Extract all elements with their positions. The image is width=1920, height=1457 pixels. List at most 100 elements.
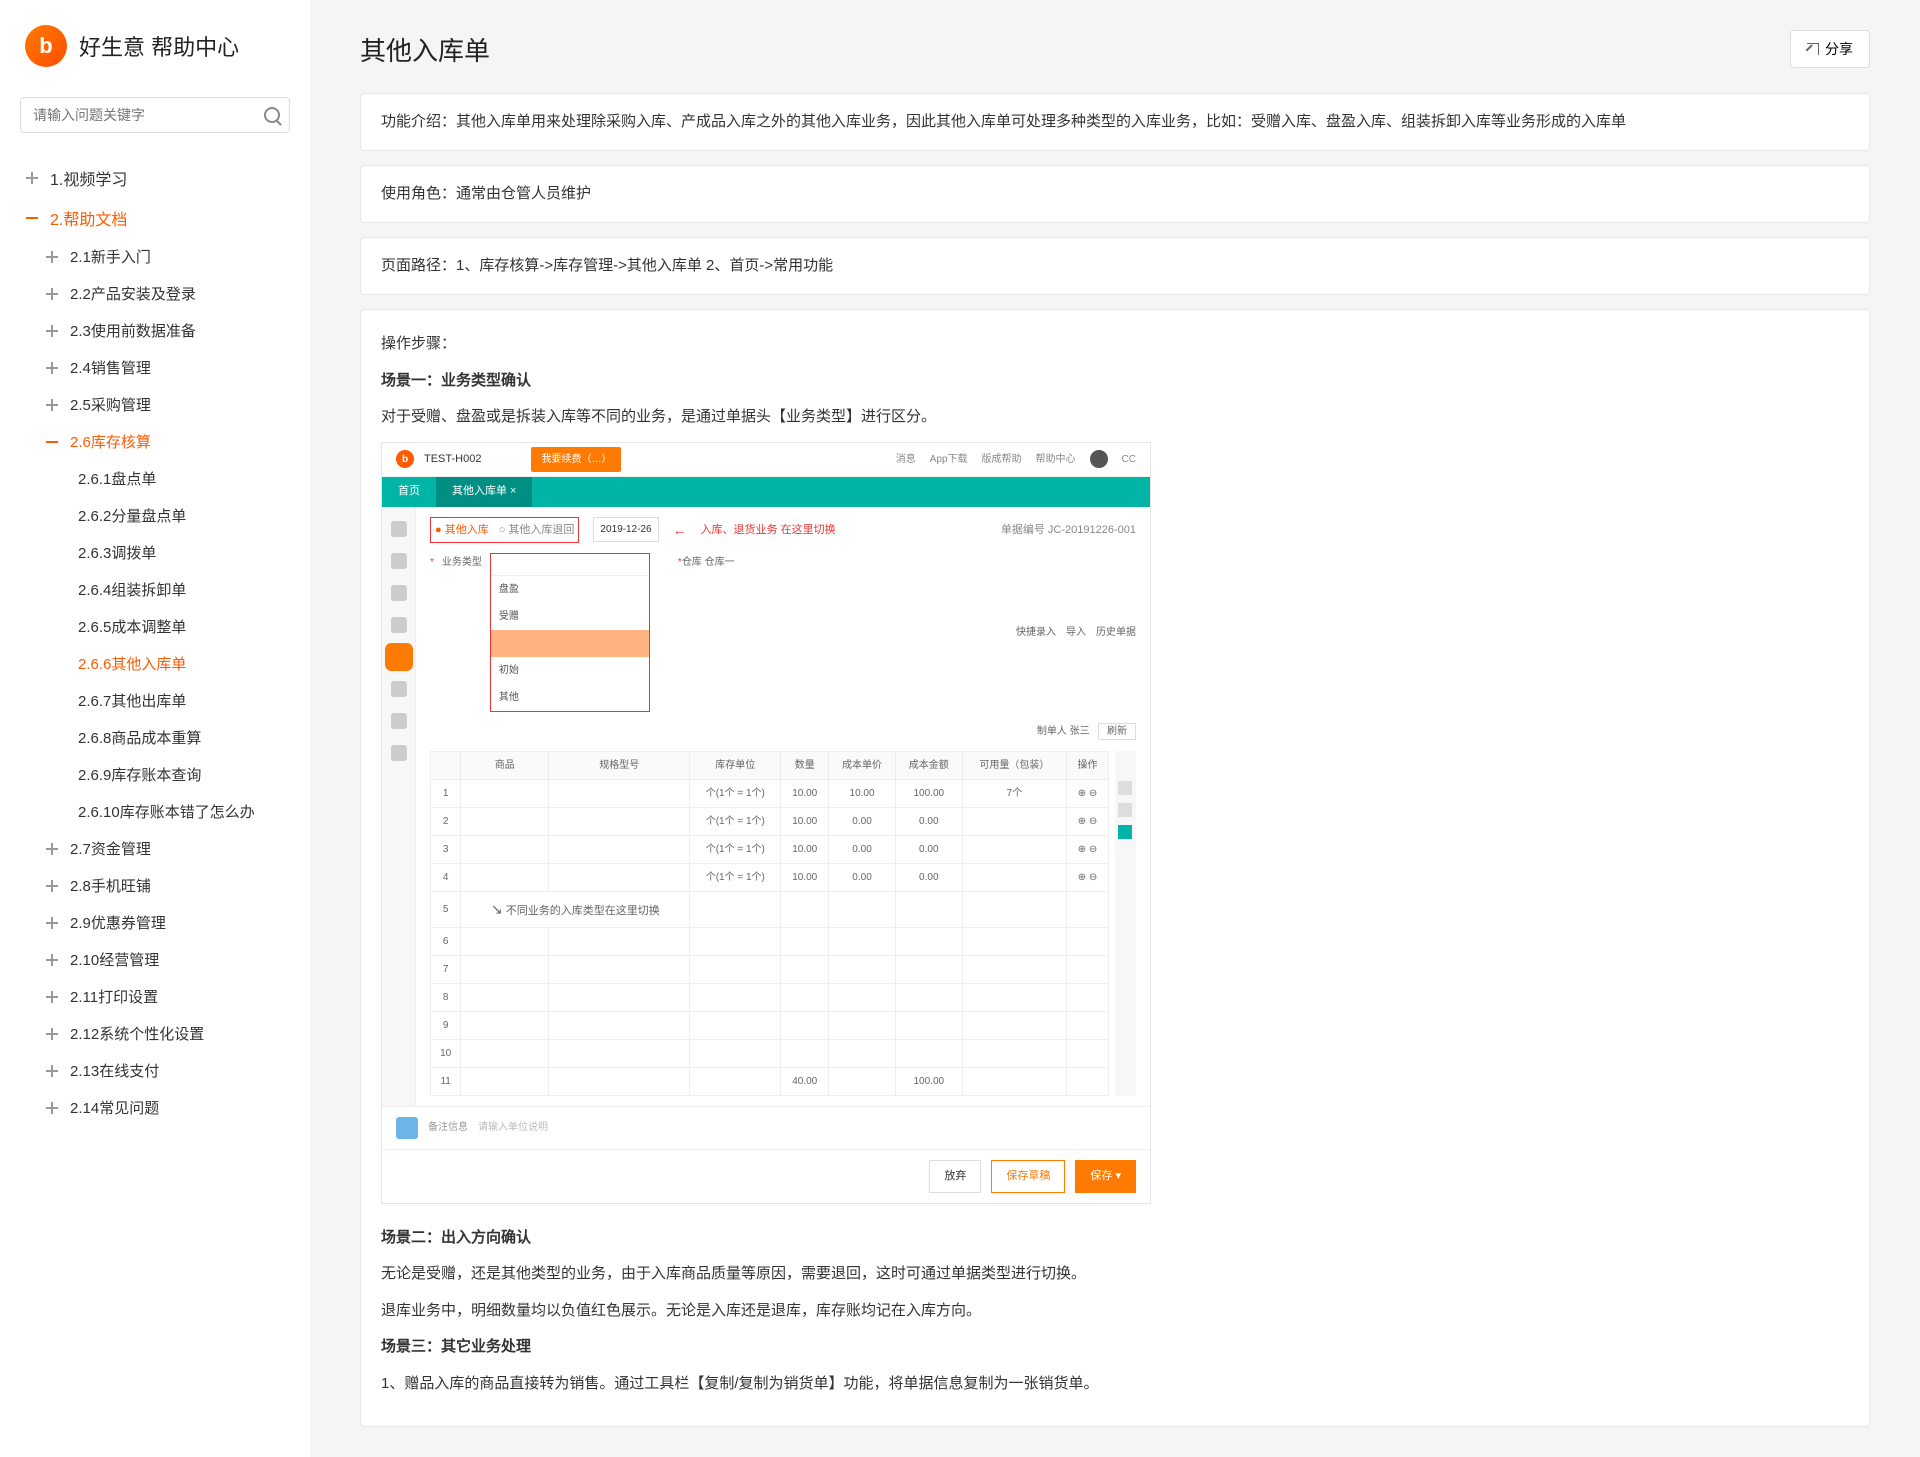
mock-side-icon [391, 745, 407, 761]
mock-tab-home: 首页 [382, 477, 436, 507]
share-label: 分享 [1825, 39, 1853, 59]
brand-logo-icon: b [25, 25, 67, 67]
mock-biz-type-dropdown: 盘盈 受赠 初始 其他 [490, 553, 650, 712]
nav-2-6-7[interactable]: 2.6.7其他出库单 [20, 682, 290, 719]
nav-2-6-8[interactable]: 2.6.8商品成本重算 [20, 719, 290, 756]
plus-icon [44, 286, 60, 302]
nav-2-14[interactable]: 2.14常见问题 [20, 1089, 290, 1126]
plus-icon [44, 915, 60, 931]
mock-note-icon [396, 1117, 418, 1139]
intro-box: 功能介绍：其他入库单用来处理除采购入库、产成品入库之外的其他入库业务，因此其他入… [360, 93, 1870, 151]
nav-2-10[interactable]: 2.10经营管理 [20, 941, 290, 978]
mock-side-icon [391, 553, 407, 569]
nav-2-5[interactable]: 2.5采购管理 [20, 386, 290, 423]
mock-draft-btn: 保存草稿 [991, 1160, 1065, 1193]
sidebar: b 好生意 帮助中心 1.视频学习 2.帮助文档 2.1新手入门 2.2产品安装… [0, 0, 310, 1457]
role-box: 使用角色：通常由仓管人员维护 [360, 165, 1870, 223]
plus-icon [44, 397, 60, 413]
page-header: 其他入库单 分享 [360, 30, 1870, 68]
path-label: 页面路径： [381, 257, 456, 274]
path-text: 1、库存核算->库存管理->其他入库单 2、首页->常用功能 [456, 257, 833, 274]
share-icon [1807, 43, 1819, 55]
nav-2-12[interactable]: 2.12系统个性化设置 [20, 1015, 290, 1052]
plus-icon [44, 989, 60, 1005]
embedded-screenshot: b TEST-H002 我要续费（…） 消息 App下载 版成帮助 帮助中心 C… [381, 442, 1151, 1204]
brand-row: b 好生意 帮助中心 [20, 25, 290, 67]
nav-help-docs[interactable]: 2.帮助文档 [20, 198, 290, 238]
nav-2-6-9[interactable]: 2.6.9库存账本查询 [20, 756, 290, 793]
mock-annotation-2: 不同业务的入库类型在这里切换 [506, 905, 660, 917]
mock-side-icon [391, 521, 407, 537]
nav-2-4[interactable]: 2.4销售管理 [20, 349, 290, 386]
content-box: 操作步骤： 场景一：业务类型确认 对于受赠、盘盈或是拆装入库等不同的业务，是通过… [360, 309, 1870, 1427]
minus-icon [44, 434, 60, 450]
mock-annotation-1: 入库、退货业务 在这里切换 [701, 520, 836, 541]
mock-right-tools [1115, 751, 1136, 1096]
mock-top-app: App下载 [930, 450, 968, 469]
plus-icon [44, 249, 60, 265]
scene1-title: 场景一：业务类型确认 [381, 372, 531, 389]
search-input[interactable] [20, 97, 290, 133]
minus-icon [24, 210, 40, 226]
nav-2-6[interactable]: 2.6库存核算 [20, 423, 290, 460]
mock-avatar-icon [1090, 450, 1108, 468]
plus-icon [44, 841, 60, 857]
steps-label: 操作步骤： [381, 330, 1849, 359]
mock-side-nav [382, 507, 416, 1106]
mock-top-user: CC [1122, 450, 1136, 469]
mock-side-icon [391, 617, 407, 633]
mock-top-help: 帮助中心 [1036, 450, 1076, 469]
search-icon[interactable] [264, 107, 280, 123]
role-text: 通常由仓管人员维护 [456, 185, 591, 202]
mock-date: 2019-12-26 [593, 517, 658, 542]
mock-side-icon [391, 681, 407, 697]
plus-icon [44, 360, 60, 376]
plus-icon [24, 170, 40, 186]
plus-icon [44, 1026, 60, 1042]
scene3-title: 场景三：其它业务处理 [381, 1338, 531, 1355]
nav-tree: 1.视频学习 2.帮助文档 2.1新手入门 2.2产品安装及登录 2.3使用前数… [20, 158, 290, 1126]
mock-doc-type-box: ● 其他入库 ○ 其他入库退回 [430, 517, 579, 544]
intro-text: 其他入库单用来处理除采购入库、产成品入库之外的其他入库业务，因此其他入库单可处理… [456, 113, 1626, 130]
nav-2-3[interactable]: 2.3使用前数据准备 [20, 312, 290, 349]
mock-table: 商品规格型号库存单位数量成本单价成本金额可用量（包装）操作 1个(1个 = 1个… [430, 751, 1109, 1096]
nav-2-1[interactable]: 2.1新手入门 [20, 238, 290, 275]
plus-icon [44, 1063, 60, 1079]
scene2-title: 场景二：出入方向确认 [381, 1229, 531, 1246]
nav-2-2[interactable]: 2.2产品安装及登录 [20, 275, 290, 312]
mock-cancel-btn: 放弃 [929, 1160, 981, 1193]
scene1-text: 对于受赠、盘盈或是拆装入库等不同的业务，是通过单据头【业务类型】进行区分。 [381, 403, 1849, 432]
nav-2-11[interactable]: 2.11打印设置 [20, 978, 290, 1015]
share-button[interactable]: 分享 [1790, 30, 1870, 68]
mock-side-icon-active [391, 649, 407, 665]
nav-2-6-10[interactable]: 2.6.10库存账本错了怎么办 [20, 793, 290, 830]
mock-side-icon [391, 713, 407, 729]
nav-2-6-3[interactable]: 2.6.3调拨单 [20, 534, 290, 571]
mock-tab-doc: 其他入库单 × [436, 477, 532, 507]
nav-2-6-4[interactable]: 2.6.4组装拆卸单 [20, 571, 290, 608]
intro-label: 功能介绍： [381, 113, 456, 130]
path-box: 页面路径：1、库存核算->库存管理->其他入库单 2、首页->常用功能 [360, 237, 1870, 295]
nav-2-6-6[interactable]: 2.6.6其他入库单 [20, 645, 290, 682]
scene3-text: 1、赠品入库的商品直接转为销售。通过工具栏【复制/复制为销货单】功能，将单据信息… [381, 1370, 1849, 1399]
nav-2-8[interactable]: 2.8手机旺铺 [20, 867, 290, 904]
search-wrap [20, 97, 290, 133]
main-content: 其他入库单 分享 功能介绍：其他入库单用来处理除采购入库、产成品入库之外的其他入… [310, 0, 1920, 1457]
nav-2-6-2[interactable]: 2.6.2分量盘点单 [20, 497, 290, 534]
mock-top-ver: 版成帮助 [982, 450, 1022, 469]
nav-2-6-5[interactable]: 2.6.5成本调整单 [20, 608, 290, 645]
role-label: 使用角色： [381, 185, 456, 202]
mock-save-btn: 保存 ▾ [1075, 1160, 1136, 1193]
mock-logo-icon: b [396, 450, 414, 468]
mock-cta: 我要续费（…） [531, 447, 621, 472]
nav-2-9[interactable]: 2.9优惠券管理 [20, 904, 290, 941]
nav-2-13[interactable]: 2.13在线支付 [20, 1052, 290, 1089]
plus-icon [44, 1100, 60, 1116]
nav-video-learning[interactable]: 1.视频学习 [20, 158, 290, 198]
brand-title: 好生意 帮助中心 [79, 30, 239, 62]
scene2-text-1: 无论是受赠，还是其他类型的业务，由于入库商品质量等原因，需要退回，这时可通过单据… [381, 1260, 1849, 1289]
plus-icon [44, 878, 60, 894]
nav-2-6-1[interactable]: 2.6.1盘点单 [20, 460, 290, 497]
nav-2-7[interactable]: 2.7资金管理 [20, 830, 290, 867]
mock-top-msg: 消息 [896, 450, 916, 469]
